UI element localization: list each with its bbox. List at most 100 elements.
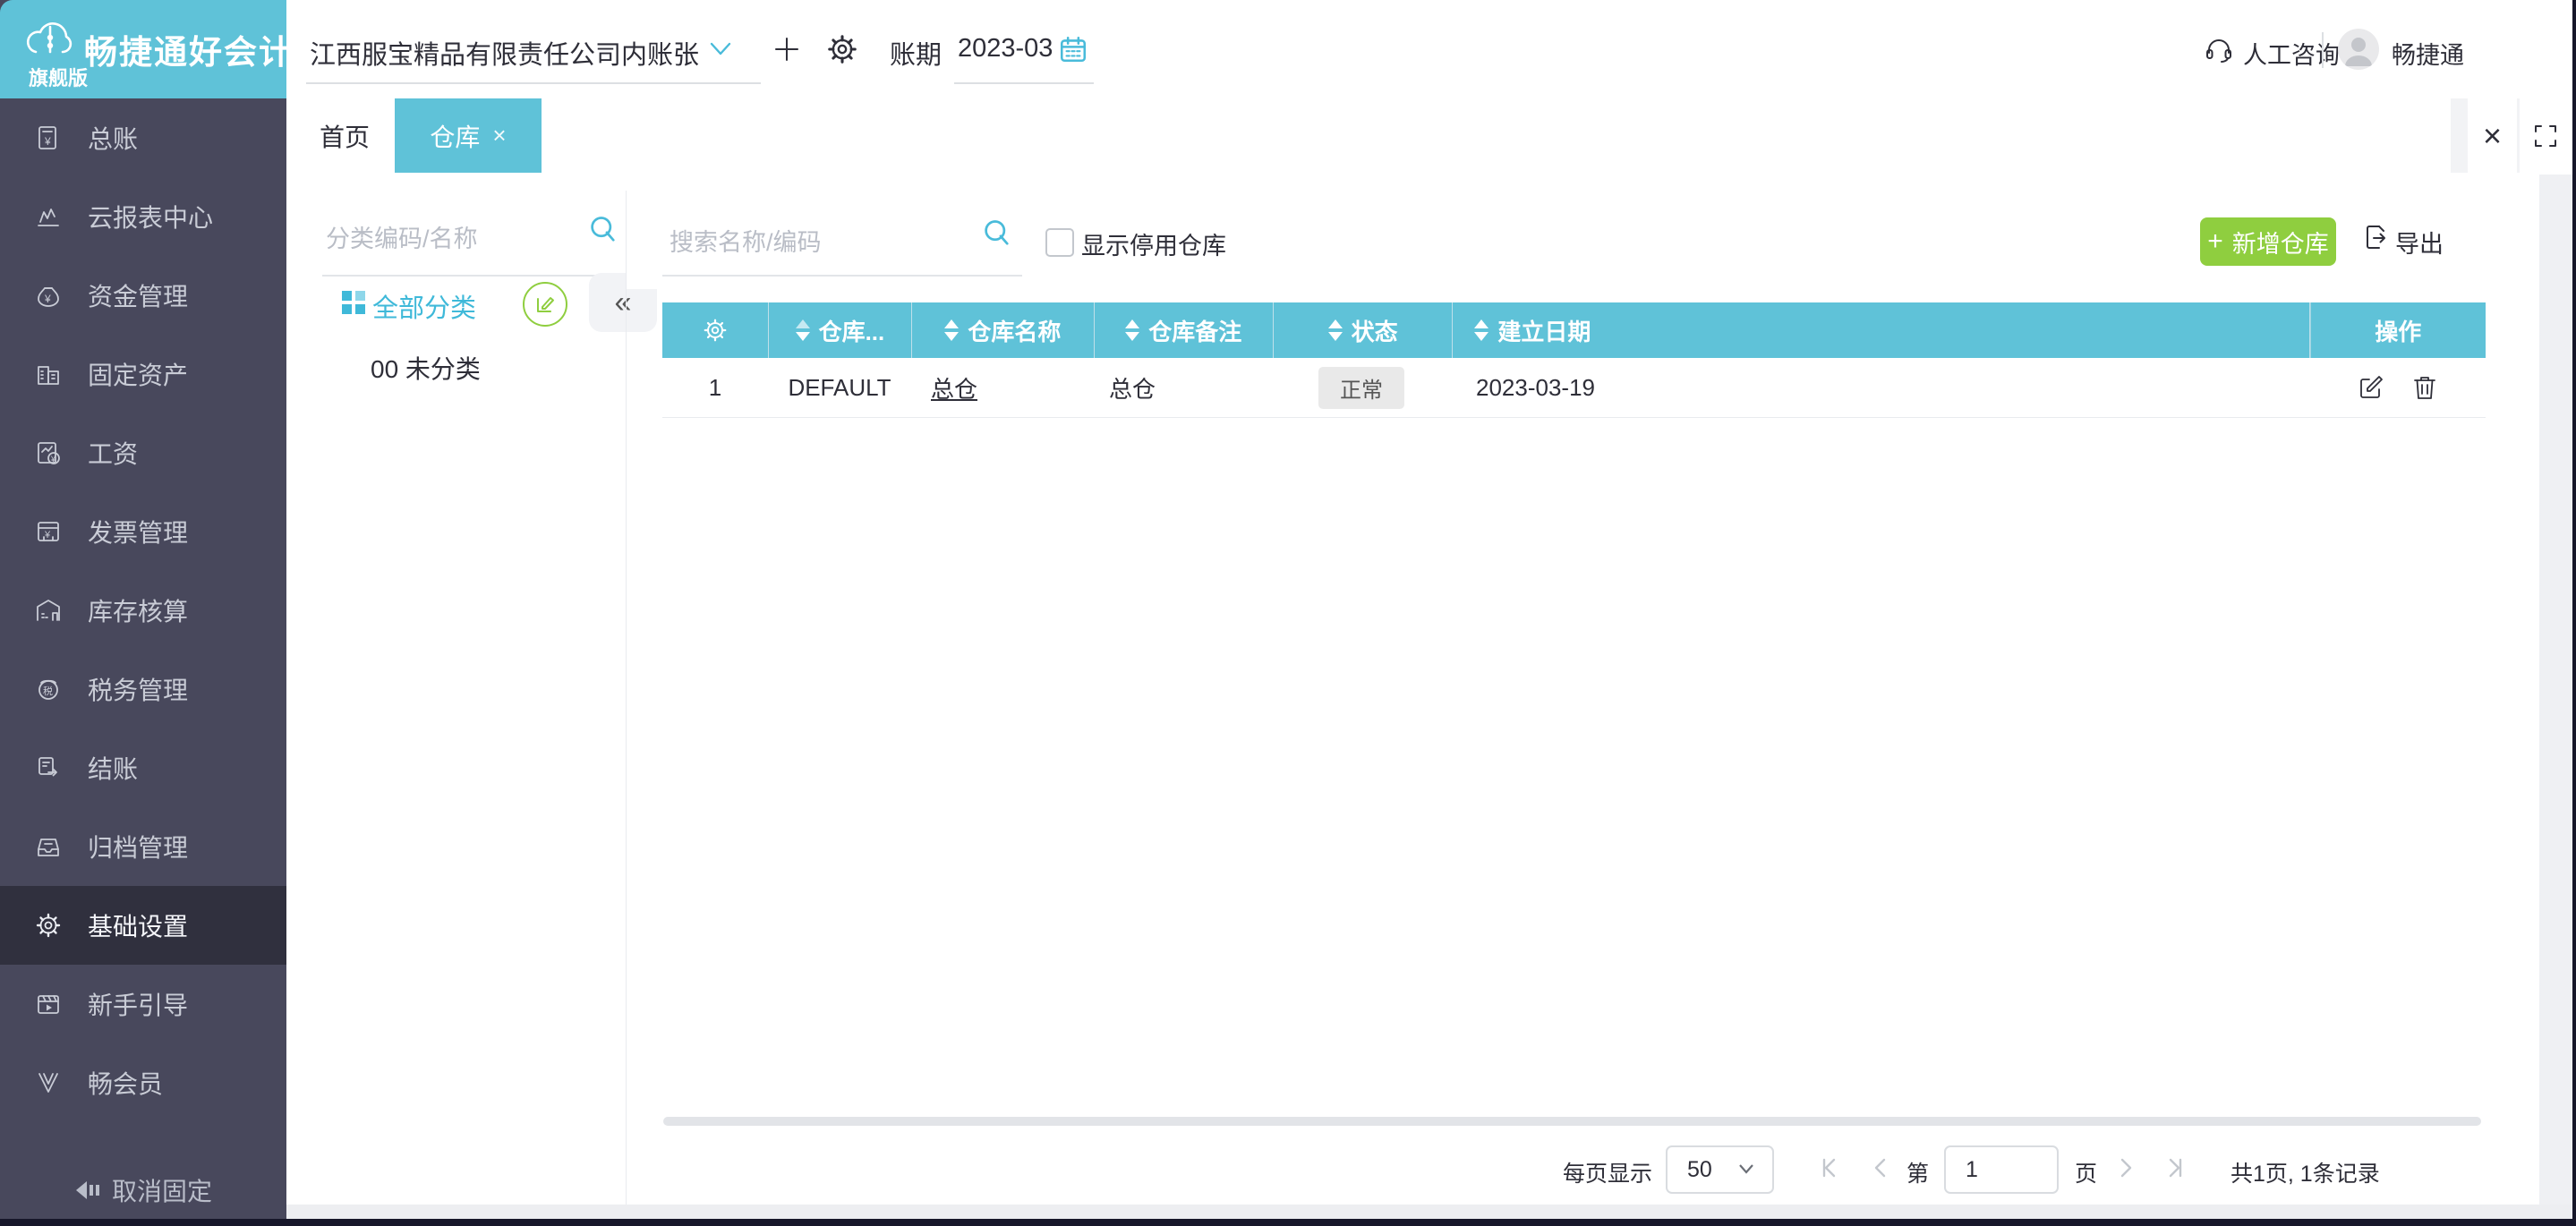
svg-text:¥: ¥ xyxy=(44,293,51,305)
chart-icon xyxy=(34,202,63,231)
pagination-next-icon[interactable] xyxy=(2112,1154,2139,1181)
sort-icon[interactable] xyxy=(1474,319,1489,341)
calendar-icon[interactable] xyxy=(1058,34,1088,64)
panel-divider xyxy=(626,191,627,1205)
unpin-sidebar-button[interactable]: 取消固定 xyxy=(0,1165,286,1215)
category-item[interactable]: 00 未分类 xyxy=(371,350,481,386)
sidebar-item-funds[interactable]: ¥ 资金管理 xyxy=(0,256,286,335)
sidebar-item-guide[interactable]: 新手引导 xyxy=(0,965,286,1043)
column-header-code[interactable]: 仓库... xyxy=(769,302,913,358)
cell-name[interactable]: 总仓 xyxy=(911,371,1093,404)
column-label: 仓库备注 xyxy=(1148,318,1242,345)
sidebar: 畅捷通好会计 旗舰版 ¥ 总账 云报表中心 ¥ 资金管理 固定资产 ¥ 工资 ¥… xyxy=(0,0,292,1219)
sidebar-item-label: 新手引导 xyxy=(88,992,189,1019)
topbar-divider xyxy=(2322,32,2324,68)
horizontal-scrollbar[interactable] xyxy=(663,1117,2481,1126)
sidebar-item-cloud-reports[interactable]: 云报表中心 xyxy=(0,177,286,256)
app-window: 畅捷通好会计 旗舰版 ¥ 总账 云报表中心 ¥ 资金管理 固定资产 ¥ 工资 ¥… xyxy=(0,0,2576,1226)
edit-categories-button[interactable] xyxy=(523,282,567,327)
column-header-actions: 操作 xyxy=(2309,302,2486,358)
tab-label: 首页 xyxy=(319,123,370,151)
show-disabled-checkbox[interactable] xyxy=(1045,228,1074,257)
add-warehouse-button[interactable]: + 新增仓库 xyxy=(2200,217,2336,266)
column-label: 建立日期 xyxy=(1497,318,1591,345)
sort-icon[interactable] xyxy=(1125,319,1140,341)
category-search-underline xyxy=(322,275,627,277)
per-page-select[interactable]: 50 xyxy=(1666,1145,1774,1194)
category-search-input[interactable]: 分类编码/名称 xyxy=(326,219,478,254)
warehouse-search-icon[interactable] xyxy=(981,217,1013,250)
archive-tray-icon xyxy=(34,832,63,861)
category-root[interactable]: 全部分类 xyxy=(372,287,476,325)
cell-date: 2023-03-19 xyxy=(1476,373,1595,401)
svg-text:¥: ¥ xyxy=(50,455,56,464)
sidebar-item-general-ledger[interactable]: ¥ 总账 xyxy=(0,98,286,177)
cell-note: 总仓 xyxy=(1109,375,1156,403)
column-label: 状态 xyxy=(1351,318,1398,345)
sort-icon[interactable] xyxy=(795,319,810,341)
sidebar-item-invoices[interactable]: ¥ 发票管理 xyxy=(0,492,286,571)
column-header-note[interactable]: 仓库备注 xyxy=(1095,302,1274,358)
right-scroll-gutter[interactable] xyxy=(2539,175,2572,1219)
sidebar-item-archive[interactable]: 归档管理 xyxy=(0,807,286,886)
sidebar-item-label: 税务管理 xyxy=(88,677,189,704)
account-set-name[interactable]: 江西服宝精品有限责任公司内账张 xyxy=(310,34,699,72)
category-panel: 分类编码/名称 全部分类 « 00 未分类 xyxy=(286,173,657,1205)
sidebar-item-closing[interactable]: 结账 xyxy=(0,728,286,807)
sort-icon[interactable] xyxy=(944,319,960,341)
window-close-icon[interactable]: × xyxy=(2468,98,2517,174)
status-badge: 正常 xyxy=(1318,366,1404,409)
pagination-first-icon[interactable] xyxy=(1817,1154,1844,1181)
add-warehouse-label: 新增仓库 xyxy=(2231,230,2329,258)
avatar[interactable] xyxy=(2338,29,2379,70)
sort-icon[interactable] xyxy=(1327,319,1343,341)
pagination-summary: 共1页, 1条记录 xyxy=(2231,1162,2380,1187)
support-label[interactable]: 人工咨询 xyxy=(2243,36,2340,71)
sidebar-item-fixed-assets[interactable]: 固定资产 xyxy=(0,335,286,413)
tab-warehouse[interactable]: 仓库 × xyxy=(395,98,542,173)
account-dropdown-icon[interactable] xyxy=(705,39,736,59)
window-right-edge xyxy=(2572,0,2576,1226)
tab-close-icon[interactable]: × xyxy=(492,122,506,149)
export-label[interactable]: 导出 xyxy=(2395,225,2444,260)
column-header-date[interactable]: 建立日期 xyxy=(1453,302,2310,358)
column-header-name[interactable]: 仓库名称 xyxy=(912,302,1095,358)
tab-home[interactable]: 首页 xyxy=(295,98,394,173)
column-header-status[interactable]: 状态 xyxy=(1274,302,1454,358)
ledger-icon: ¥ xyxy=(34,123,63,152)
sidebar-item-member[interactable]: 畅会员 xyxy=(0,1043,286,1122)
sidebar-item-label: 发票管理 xyxy=(88,519,189,547)
video-guide-icon xyxy=(34,990,63,1018)
export-icon[interactable] xyxy=(2361,223,2390,251)
column-settings-gear[interactable] xyxy=(662,302,769,358)
category-search-icon[interactable] xyxy=(587,214,619,246)
sidebar-item-settings[interactable]: 基础设置 xyxy=(0,886,286,965)
per-page-value: 50 xyxy=(1687,1156,1712,1182)
period-underline xyxy=(954,82,1094,84)
user-name[interactable]: 畅捷通 xyxy=(2392,36,2464,71)
edit-icon[interactable] xyxy=(2357,373,2385,402)
unpin-icon xyxy=(74,1179,105,1202)
pagination-last-icon[interactable] xyxy=(2161,1154,2188,1181)
money-bag-icon: ¥ xyxy=(34,281,63,310)
new-account-icon[interactable] xyxy=(772,34,802,64)
warehouse-search-input[interactable]: 搜索名称/编码 xyxy=(670,223,822,258)
account-settings-gear-icon[interactable] xyxy=(825,32,859,66)
sidebar-item-label: 结账 xyxy=(88,755,139,783)
sidebar-item-label: 基础设置 xyxy=(88,913,189,941)
headset-icon[interactable] xyxy=(2204,34,2234,64)
top-bar: 江西服宝精品有限责任公司内账张 账期 2023-03 人工咨询 畅捷通 xyxy=(286,0,2576,99)
fullscreen-icon[interactable] xyxy=(2520,98,2572,174)
page-number-input[interactable]: 1 xyxy=(1944,1145,2059,1194)
delete-icon[interactable] xyxy=(2410,373,2439,402)
sidebar-item-tax[interactable]: 税 税务管理 xyxy=(0,650,286,728)
pagination-prev-icon[interactable] xyxy=(1867,1154,1894,1181)
warehouse-name-link[interactable]: 总仓 xyxy=(931,371,977,404)
table-row[interactable]: 1 DEFAULT 总仓 总仓 正常 2023-03-19 xyxy=(662,358,2486,418)
period-value[interactable]: 2023-03 xyxy=(958,34,1053,64)
sidebar-item-payroll[interactable]: ¥ 工资 xyxy=(0,413,286,492)
payroll-icon: ¥ xyxy=(34,438,63,467)
tab-label: 仓库 xyxy=(430,123,481,151)
sidebar-item-inventory[interactable]: 库存核算 xyxy=(0,571,286,650)
column-label: 仓库... xyxy=(818,318,885,345)
